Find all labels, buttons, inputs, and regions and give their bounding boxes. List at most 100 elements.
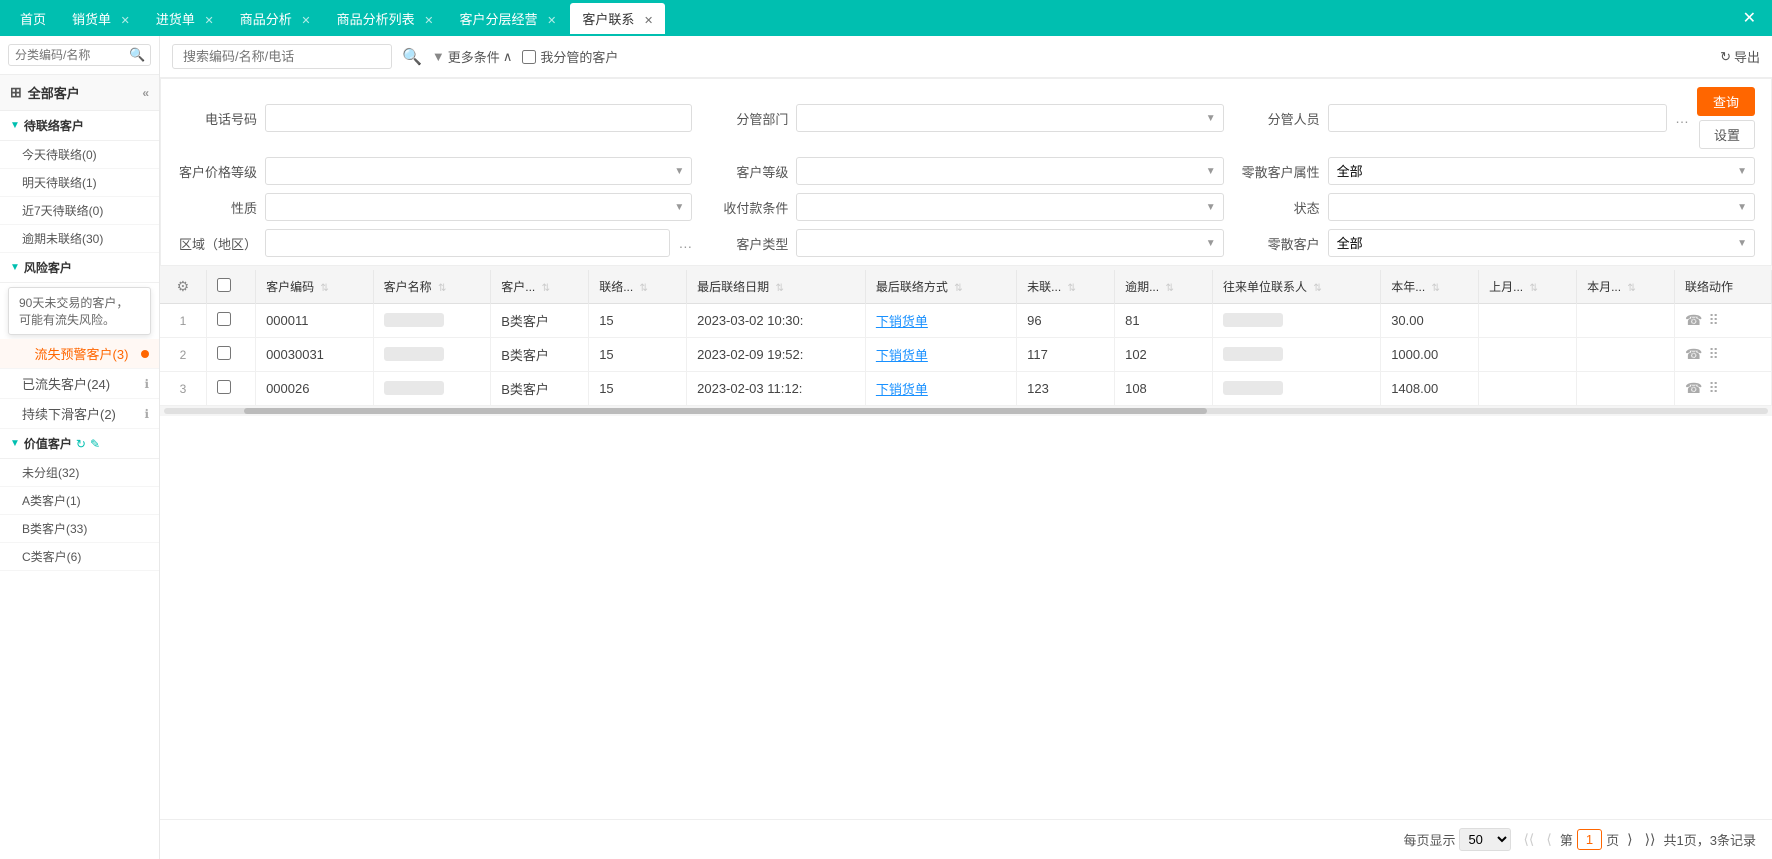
sidebar-item-b-class[interactable]: B类客户(33) [0,515,159,543]
my-customers-checkbox-area[interactable]: 我分管的客户 [522,47,618,66]
sidebar-item-today-pending[interactable]: 今天待联络(0) [0,141,159,169]
next-page-button[interactable]: ⟩ [1623,829,1636,850]
filter-nature-label: 性质 [177,198,257,217]
all-customers-header[interactable]: ⊞ 全部客户 « [0,75,159,111]
filter-region-input[interactable] [265,229,670,257]
column-settings-icon[interactable]: ⚙ [160,270,206,304]
column-customer-type[interactable]: 客户... ⇅ [491,270,589,304]
filter-customer-level-select[interactable] [796,157,1223,185]
manager-dots-icon[interactable]: … [1675,110,1689,126]
export-button[interactable]: ↻ 导出 [1720,47,1760,66]
action-more-2[interactable]: ⠿ [1708,380,1718,397]
action-phone-1[interactable]: ☎ [1685,346,1702,363]
query-button[interactable]: 查询 [1697,87,1755,116]
value-refresh-icon[interactable]: ↻ [76,437,86,451]
column-code[interactable]: 客户编码 ⇅ [256,270,374,304]
nav-close-product-list[interactable]: ✕ [424,15,433,27]
sidebar-item-c-class[interactable]: C类客户(6) [0,543,159,571]
nav-item-customer-layer[interactable]: 客户分层经营 ✕ [447,3,568,34]
my-customers-checkbox[interactable] [522,50,536,64]
column-last-date[interactable]: 最后联络日期 ⇅ [687,270,866,304]
filter-phone-input[interactable] [265,104,692,132]
column-contact-count[interactable]: 联络... ⇅ [589,270,687,304]
sidebar-item-declining[interactable]: 持续下滑客户(2) ℹ [0,399,159,429]
search-input[interactable] [172,44,392,69]
action-phone-2[interactable]: ☎ [1685,380,1702,397]
row-last-method-0[interactable]: 下销货单 [865,304,1016,338]
column-last-method[interactable]: 最后联络方式 ⇅ [865,270,1016,304]
last-page-button[interactable]: ⟩⟩ [1641,829,1660,850]
scrollbar-thumb[interactable] [244,408,1206,414]
search-button[interactable]: 🔍 [402,47,422,67]
action-more-1[interactable]: ⠿ [1708,346,1718,363]
filter-nature-select[interactable] [265,193,692,221]
region-dots-icon[interactable]: … [678,235,692,251]
row-select-2[interactable] [217,380,231,394]
row-checkbox-0 [206,304,255,338]
action-icons-1: ☎ ⠿ [1685,346,1761,363]
nav-item-customer-contact[interactable]: 客户联系 ✕ [570,3,665,34]
sidebar-item-churn-warning[interactable]: 流失预警客户(3) [0,339,159,369]
sidebar-group-risk[interactable]: ▼ 风险客户 [0,253,159,283]
nav-close-customer-contact[interactable]: ✕ [644,15,653,27]
row-last-method-1[interactable]: 下销货单 [865,338,1016,372]
sidebar-item-week-pending[interactable]: 近7天待联络(0) [0,197,159,225]
row-last-method-2[interactable]: 下销货单 [865,372,1016,406]
column-last-month[interactable]: 上月... ⇅ [1479,270,1577,304]
close-all-button[interactable]: ✕ [1735,4,1764,32]
nav-home[interactable]: 首页 [8,3,58,34]
filter-customer-type: 客户类型 ▼ [708,229,1223,257]
grid-icon: ⊞ [10,84,22,101]
prev-page-button[interactable]: ⟨ [1542,829,1555,850]
column-unit-contact[interactable]: 往来单位联系人 ⇅ [1213,270,1381,304]
filter-retail-customer-select[interactable]: 全部 [1328,229,1755,257]
filter-dept-select[interactable] [796,104,1223,132]
filter-status-select[interactable] [1328,193,1755,221]
filter-payment-select[interactable] [796,193,1223,221]
row-actions-2: ☎ ⠿ [1675,372,1772,406]
nav-item-product-analysis[interactable]: 商品分析 ✕ [228,3,323,34]
nav-item-sales[interactable]: 销货单 ✕ [60,3,142,34]
nav-close-customer-layer[interactable]: ✕ [547,15,556,27]
action-more-0[interactable]: ⠿ [1708,312,1718,329]
filter-price-level-select[interactable] [265,157,692,185]
row-select-1[interactable] [217,346,231,360]
sidebar-item-tomorrow-pending[interactable]: 明天待联络(1) [0,169,159,197]
column-this-year[interactable]: 本年... ⇅ [1381,270,1479,304]
filter-retail-attr-select[interactable]: 全部 [1328,157,1755,185]
nav-item-product-list[interactable]: 商品分析列表 ✕ [325,3,446,34]
row-method-link-0[interactable]: 下销货单 [876,314,928,329]
filter-manager-input[interactable] [1328,104,1667,132]
horizontal-scrollbar[interactable] [160,406,1772,416]
settings-button[interactable]: 设置 [1699,120,1755,149]
select-all-checkbox[interactable] [217,278,231,292]
row-method-link-2[interactable]: 下销货单 [876,382,928,397]
column-overdue[interactable]: 逾期... ⇅ [1115,270,1213,304]
nav-close-sales[interactable]: ✕ [121,15,130,27]
row-method-link-1[interactable]: 下销货单 [876,348,928,363]
column-name[interactable]: 客户名称 ⇅ [373,270,491,304]
nav-item-purchase[interactable]: 进货单 ✕ [144,3,226,34]
more-conditions-button[interactable]: ▼ 更多条件 ∧ [432,47,512,66]
sidebar-group-value[interactable]: ▼ 价值客户 ↻ ✎ [0,429,159,459]
collapse-icon[interactable]: « [142,86,149,100]
row-select-0[interactable] [217,312,231,326]
action-phone-0[interactable]: ☎ [1685,312,1702,329]
nav-close-purchase[interactable]: ✕ [205,15,214,27]
nav-close-product-analysis[interactable]: ✕ [301,15,310,27]
column-un-contact[interactable]: 未联... ⇅ [1017,270,1115,304]
sidebar-item-overdue-pending[interactable]: 逾期未联络(30) [0,225,159,253]
per-page-select[interactable]: 50 100 [1459,828,1511,851]
first-page-button[interactable]: ⟨⟨ [1519,829,1538,850]
column-this-month[interactable]: 本月... ⇅ [1577,270,1675,304]
table-row: 1 000011 B类客户 15 2023-03-02 10:30: 下销货单 … [160,304,1772,338]
sidebar-item-ungroup[interactable]: 未分组(32) [0,459,159,487]
sidebar-group-pending[interactable]: ▼ 待联络客户 [0,111,159,141]
export-icon: ↻ [1720,49,1731,65]
value-edit-icon[interactable]: ✎ [90,437,100,451]
code-sort-icon: ⇅ [320,283,328,294]
sidebar-item-churned[interactable]: 已流失客户(24) ℹ [0,369,159,399]
row-code-2: 000026 [256,372,374,406]
filter-customer-type-select[interactable] [796,229,1223,257]
sidebar-item-a-class[interactable]: A类客户(1) [0,487,159,515]
